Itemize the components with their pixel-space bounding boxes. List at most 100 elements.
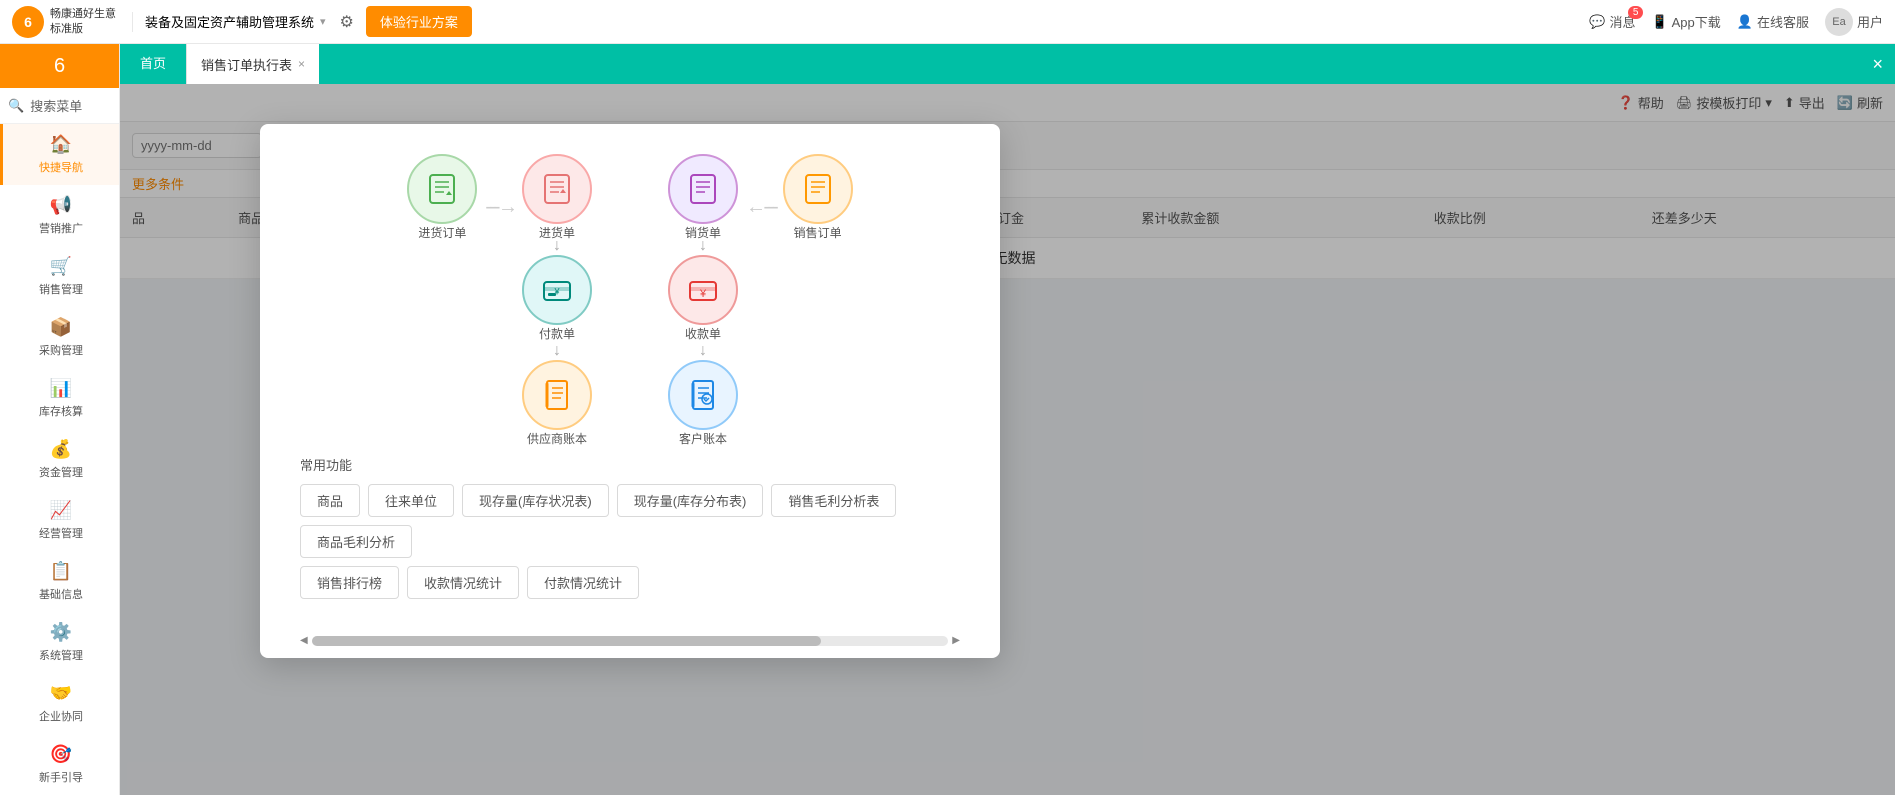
svg-text:¥: ¥ <box>553 286 560 296</box>
sidebar-item-enterprise[interactable]: 🤝 企业协同 <box>0 673 119 734</box>
service-icon: 👤 <box>1737 14 1753 30</box>
sales-order-label: 销售订单 <box>794 224 842 241</box>
tab-close-icon[interactable]: × <box>298 57 305 71</box>
sidebar-logo: 6 <box>0 44 119 88</box>
search-icon: 🔍 <box>8 98 24 114</box>
tab-home[interactable]: 首页 <box>120 44 186 84</box>
receipt-icon: ¥ <box>668 255 738 325</box>
sidebar-item-guide[interactable]: 🎯 新手引导 <box>0 734 119 795</box>
system-title: 装备及固定资产辅助管理系统 ▾ ⚙ <box>132 12 354 32</box>
modal-overlay[interactable]: 进货订单 - - - → <box>120 84 1895 795</box>
finance-icon: 💰 <box>50 439 72 460</box>
sidebar-item-system[interactable]: ⚙️ 系统管理 <box>0 612 119 673</box>
sidebar-item-inventory[interactable]: 📊 库存核算 <box>0 368 119 429</box>
sidebar-label-sales: 销售管理 <box>39 281 83 297</box>
arrow-1: - - - → <box>485 196 514 241</box>
content-area: 首页 销售订单执行表 × × ❓ 帮助 🖨 <box>120 44 1895 795</box>
modal-content: 进货订单 - - - → <box>260 124 1000 627</box>
customer-ledger-icon <box>668 360 738 430</box>
gap-spacer <box>600 241 660 255</box>
arrow-down-4: ↓ <box>668 342 738 360</box>
arrow-2: ← - - - <box>746 196 775 241</box>
sales-icon: 🛒 <box>50 256 72 277</box>
sidebar-item-marketing[interactable]: 📢 营销推广 <box>0 185 119 246</box>
func-btn-receipt-stats[interactable]: 收款情况统计 <box>407 566 519 599</box>
customer-ledger-label: 客户账本 <box>679 430 727 447</box>
arrow-down-spacer2 <box>478 241 514 255</box>
flow-node-payment: ¥ 付款单 <box>522 255 592 342</box>
logo-icon: 6 <box>12 6 44 38</box>
func-btn-stock-status[interactable]: 现存量(库存状况表) <box>462 484 609 517</box>
flow-row-3: 供应商账本 客户账本 <box>400 360 860 447</box>
trial-button[interactable]: 体验行业方案 <box>366 6 472 37</box>
flow-node-sales-order: 销售订单 <box>783 154 853 241</box>
ad2-s3 <box>746 342 782 360</box>
dropdown-arrow-icon[interactable]: ▾ <box>320 15 326 28</box>
purchase-receipt-icon <box>522 154 592 224</box>
func-btn-payment-stats[interactable]: 付款情况统计 <box>527 566 639 599</box>
flow-diagram: 进货订单 - - - → <box>300 154 960 447</box>
receipt-label: 收款单 <box>685 325 721 342</box>
app-download-button[interactable]: 📱 App下载 <box>1651 12 1720 31</box>
content-close-icon[interactable]: × <box>1860 54 1895 75</box>
down-arrow-1-icon: ↓ <box>553 237 561 255</box>
marketing-icon: 📢 <box>50 195 72 216</box>
sidebar-logo-icon: 6 <box>54 55 65 78</box>
func-btn-partner[interactable]: 往来单位 <box>368 484 454 517</box>
sidebar-label-operations: 经营管理 <box>39 525 83 541</box>
modal-scrollbar: ◀ ▶ <box>300 635 960 646</box>
ad2-s1 <box>400 342 470 360</box>
func-btn-goods[interactable]: 商品 <box>300 484 360 517</box>
sidebar-item-finance[interactable]: 💰 资金管理 <box>0 429 119 490</box>
flow-arrows-down-2: ↓ ↓ <box>400 342 860 360</box>
flow-node-purchase-order: 进货订单 <box>407 154 477 241</box>
enterprise-icon: 🤝 <box>50 683 72 704</box>
sidebar-item-quick-nav[interactable]: 🏠 快捷导航 <box>0 124 119 185</box>
sales-receipt-icon <box>668 154 738 224</box>
sidebar-label-purchase: 采购管理 <box>39 342 83 358</box>
down-arrow-2-icon: ↓ <box>699 237 707 255</box>
scrollbar-thumb <box>312 636 821 646</box>
arrow-down-3: ↓ <box>522 342 592 360</box>
sidebar-item-purchase[interactable]: 📦 采购管理 <box>0 307 119 368</box>
online-service-label: 在线客服 <box>1757 12 1809 31</box>
func-btn-sales-margin[interactable]: 销售毛利分析表 <box>771 484 896 517</box>
sidebar-label-enterprise: 企业协同 <box>39 708 83 724</box>
logo-text: 畅康通好生意 标准版 <box>50 7 116 36</box>
sidebar-item-basic-info[interactable]: 📋 基础信息 <box>0 551 119 612</box>
sidebar-item-sales[interactable]: 🛒 销售管理 <box>0 246 119 307</box>
sales-order-icon <box>783 154 853 224</box>
tab-sales-order-label: 销售订单执行表 <box>201 55 292 74</box>
purchase-order-icon <box>407 154 477 224</box>
online-service-button[interactable]: 👤 在线客服 <box>1737 12 1809 31</box>
flow-node-purchase-receipt: 进货单 <box>522 154 592 241</box>
arrow-right-icon: - - - → <box>485 196 514 219</box>
sidebar-search[interactable]: 🔍 搜索菜单 <box>0 88 119 124</box>
ad2-s4 <box>790 342 860 360</box>
func-btn-stock-dist[interactable]: 现存量(库存分布表) <box>617 484 764 517</box>
tab-sales-order[interactable]: 销售订单执行表 × <box>186 44 319 84</box>
sidebar-label-system: 系统管理 <box>39 647 83 663</box>
sidebar-label-inventory: 库存核算 <box>39 403 83 419</box>
operations-icon: 📈 <box>50 500 72 521</box>
settings-icon[interactable]: ⚙ <box>340 12 354 32</box>
supplier-ledger-icon <box>522 360 592 430</box>
scrollbar-left-btn[interactable]: ◀ <box>300 635 308 646</box>
flow-node-receipt: ¥ 收款单 <box>668 255 738 342</box>
message-button[interactable]: 💬 消息 5 <box>1589 12 1635 31</box>
arrow-down-2: ↓ <box>668 241 738 255</box>
tab-bar: 首页 销售订单执行表 × × <box>120 44 1895 84</box>
func-btn-goods-margin[interactable]: 商品毛利分析 <box>300 525 412 558</box>
guide-icon: 🎯 <box>50 744 72 765</box>
func-btn-sales-rank[interactable]: 销售排行榜 <box>300 566 399 599</box>
sidebar: 6 🔍 搜索菜单 🏠 快捷导航 📢 营销推广 🛒 销售管理 📦 采购管理 <box>0 44 120 795</box>
user-area[interactable]: Ea 用户 <box>1825 8 1883 36</box>
sidebar-item-operations[interactable]: 📈 经营管理 <box>0 490 119 551</box>
scrollbar-right-btn[interactable]: ▶ <box>952 635 960 646</box>
ad2-s2 <box>478 342 514 360</box>
app-download-label: App下载 <box>1672 12 1721 31</box>
sidebar-label-basic-info: 基础信息 <box>39 586 83 602</box>
purchase-icon: 📦 <box>50 317 72 338</box>
basic-info-icon: 📋 <box>50 561 72 582</box>
inventory-icon: 📊 <box>50 378 72 399</box>
